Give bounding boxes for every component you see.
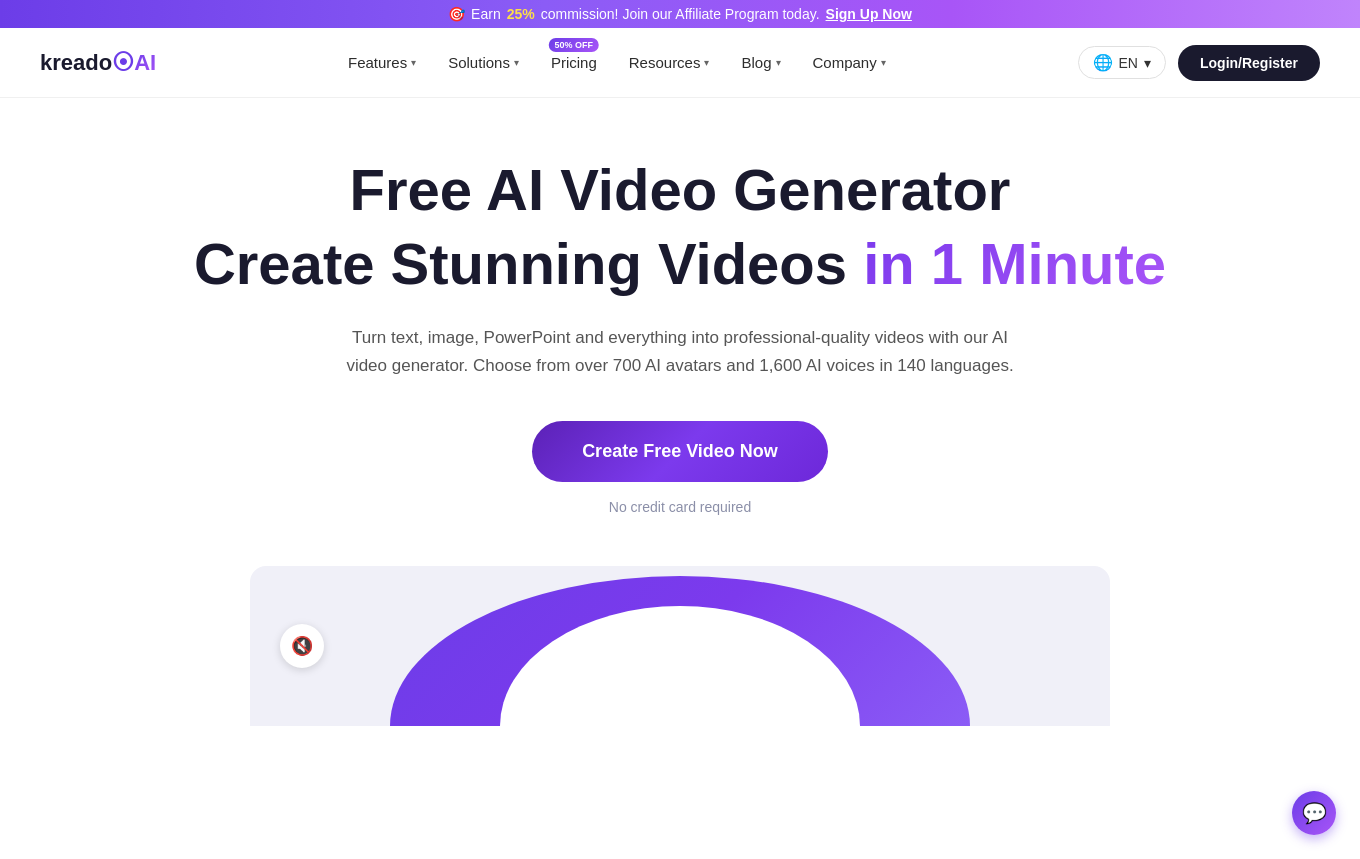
nav-link-company[interactable]: Company ▾: [801, 46, 898, 79]
nav-link-features[interactable]: Features ▾: [336, 46, 428, 79]
video-preview: 🔇: [230, 566, 1130, 726]
announcement-icon: 🎯: [448, 6, 465, 22]
chevron-down-icon: ▾: [514, 57, 519, 68]
nav-link-solutions[interactable]: Solutions ▾: [436, 46, 531, 79]
nav-label-company: Company: [813, 54, 877, 71]
globe-icon: 🌐: [1093, 53, 1113, 72]
pricing-badge: 50% OFF: [549, 38, 600, 52]
nav-item-solutions[interactable]: Solutions ▾: [436, 46, 531, 79]
announcement-prefix: Earn: [471, 6, 501, 22]
hero-title-line2: Create Stunning Videos in 1 Minute: [20, 232, 1340, 296]
nav-label-pricing: Pricing: [551, 54, 597, 71]
announcement-bar: 🎯 Earn 25% commission! Join our Affiliat…: [0, 0, 1360, 28]
logo-dot: ⦿: [112, 50, 134, 75]
nav-item-resources[interactable]: Resources ▾: [617, 46, 722, 79]
hero-subtitle: Turn text, image, PowerPoint and everyth…: [340, 324, 1020, 382]
nav-links: Features ▾ Solutions ▾ 50% OFF Pricing R…: [336, 46, 898, 79]
nav-link-blog[interactable]: Blog ▾: [729, 46, 792, 79]
nav-item-pricing[interactable]: 50% OFF Pricing: [539, 46, 609, 79]
hero-section: Free AI Video Generator Create Stunning …: [0, 98, 1360, 546]
hero-title-start: Create Stunning Videos: [194, 231, 847, 296]
login-register-button[interactable]: Login/Register: [1178, 45, 1320, 81]
create-free-video-button[interactable]: Create Free Video Now: [532, 421, 828, 482]
no-credit-text: No credit card required: [609, 499, 751, 515]
mute-button[interactable]: 🔇: [280, 624, 324, 668]
video-container: 🔇: [250, 566, 1110, 726]
announcement-highlight: 25%: [507, 6, 535, 22]
logo-ai: AI: [134, 50, 156, 75]
chevron-down-icon: ▾: [1144, 55, 1151, 71]
nav-label-resources: Resources: [629, 54, 701, 71]
logo-prefix: kreado: [40, 50, 112, 75]
nav-item-company[interactable]: Company ▾: [801, 46, 898, 79]
hero-title-line1: Free AI Video Generator: [20, 158, 1340, 222]
nav-link-resources[interactable]: Resources ▾: [617, 46, 722, 79]
hero-title-accent: in 1 Minute: [863, 231, 1166, 296]
logo-text: kreado⦿AI: [40, 50, 156, 76]
navbar: kreado⦿AI Features ▾ Solutions ▾ 50% OFF…: [0, 28, 1360, 98]
nav-label-features: Features: [348, 54, 407, 71]
chevron-down-icon: ▾: [411, 57, 416, 68]
logo[interactable]: kreado⦿AI: [40, 50, 156, 76]
chevron-down-icon: ▾: [704, 57, 709, 68]
mute-icon: 🔇: [291, 635, 313, 657]
announcement-cta[interactable]: Sign Up Now: [826, 6, 912, 22]
announcement-suffix: commission! Join our Affiliate Program t…: [541, 6, 820, 22]
language-selector[interactable]: 🌐 EN ▾: [1078, 46, 1166, 79]
nav-right: 🌐 EN ▾ Login/Register: [1078, 45, 1320, 81]
nav-item-features[interactable]: Features ▾: [336, 46, 428, 79]
nav-item-blog[interactable]: Blog ▾: [729, 46, 792, 79]
chevron-down-icon: ▾: [881, 57, 886, 68]
chevron-down-icon: ▾: [776, 57, 781, 68]
nav-label-solutions: Solutions: [448, 54, 510, 71]
language-label: EN: [1119, 55, 1138, 71]
nav-label-blog: Blog: [741, 54, 771, 71]
